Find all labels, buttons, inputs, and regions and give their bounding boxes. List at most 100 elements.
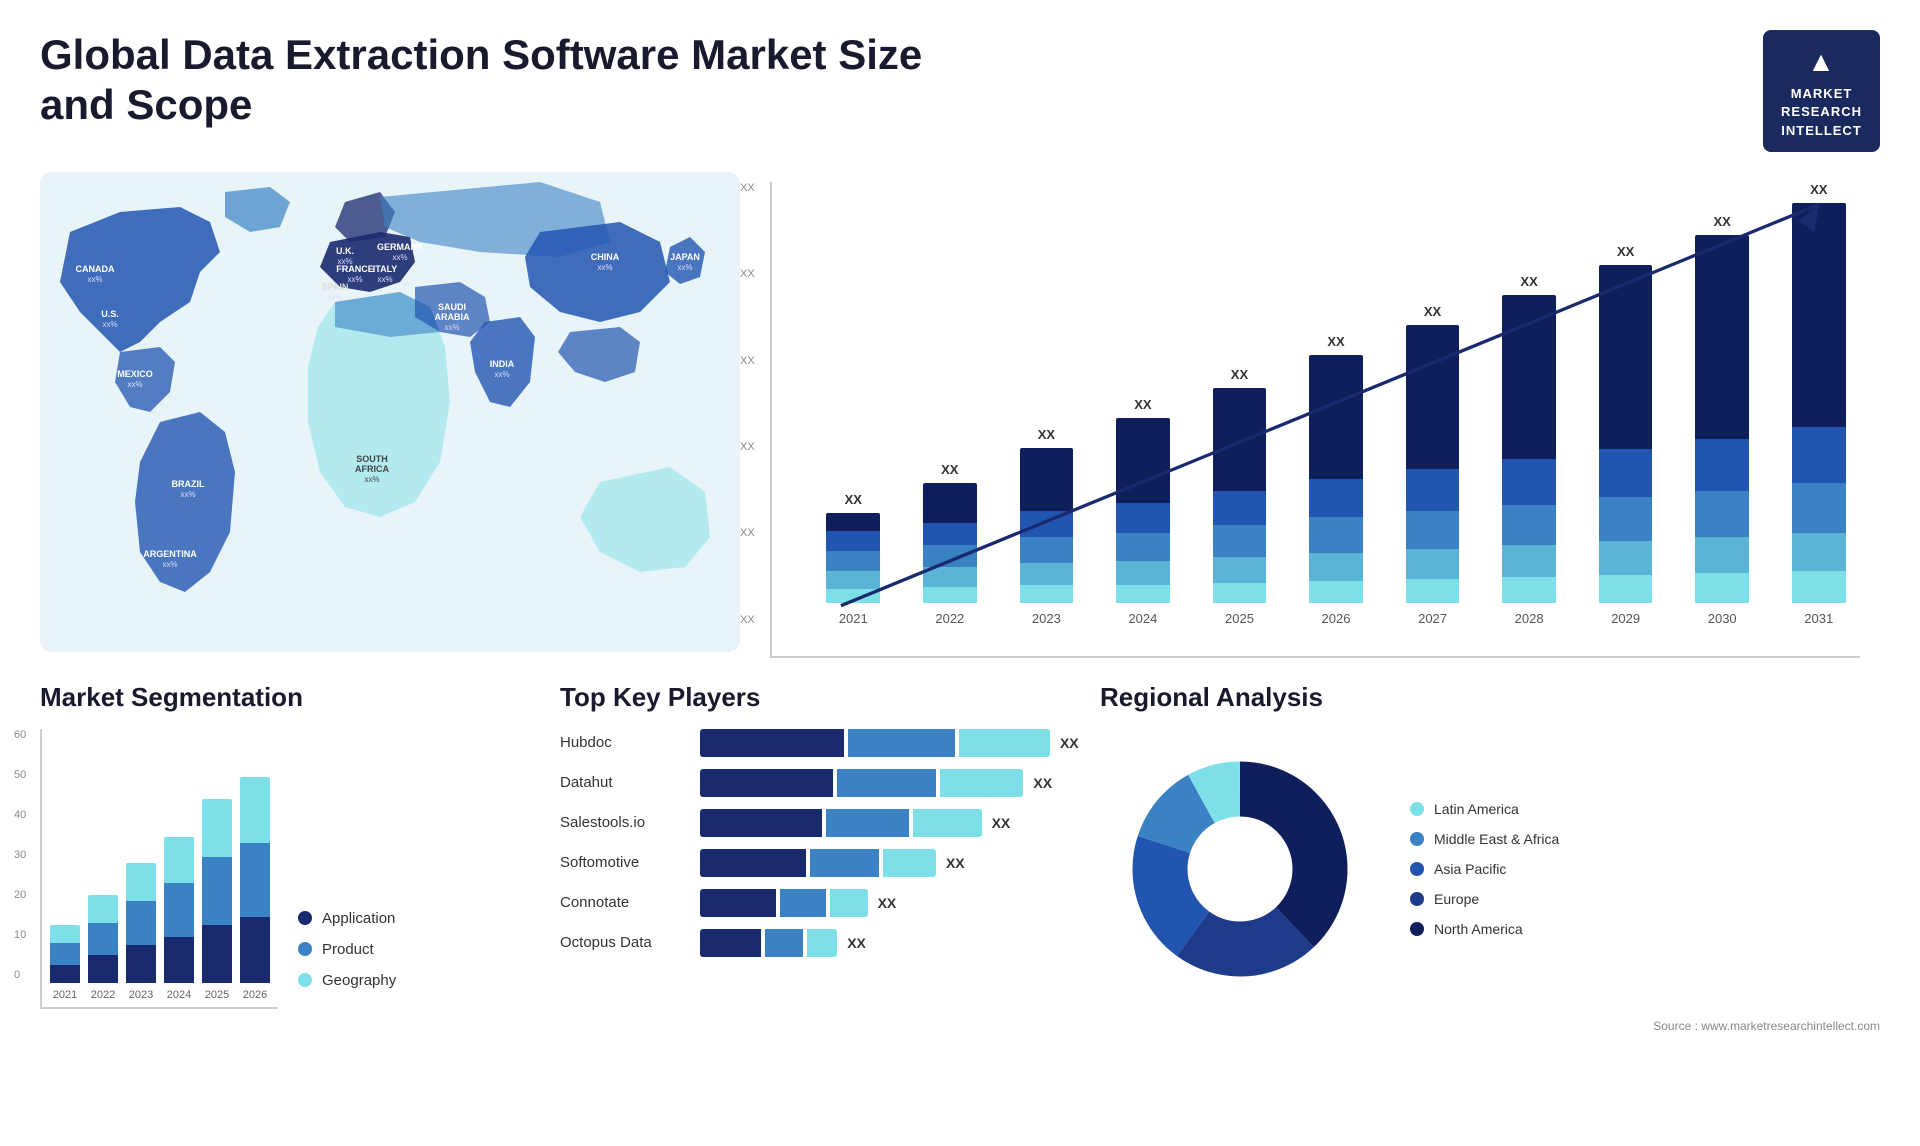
svg-text:xx%: xx% (87, 275, 102, 284)
legend-item-geography: Geography (298, 972, 396, 989)
regional-inner: Latin America Middle East & Africa Asia … (1100, 729, 1880, 1009)
bar-label: XX (1038, 427, 1055, 442)
top-row: CANADA xx% U.S. xx% MEXICO xx% BRAZIL xx… (40, 172, 1880, 652)
bar-group-2031: XX 2031 (1777, 182, 1860, 626)
svg-text:GERMANY: GERMANY (377, 242, 423, 252)
logo-box: ▲ MARKET RESEARCH INTELLECT (1763, 30, 1880, 152)
segmentation-section: Market Segmentation 6050403020100 (40, 682, 540, 1033)
svg-text:xx%: xx% (377, 275, 392, 284)
legend-label-application: Application (322, 910, 395, 927)
svg-text:xx%: xx% (364, 475, 379, 484)
donut-chart (1100, 729, 1380, 1009)
bar-group-2029: XX 2029 (1584, 244, 1667, 626)
seg-bar-2022: 2022 (88, 895, 118, 1001)
bar-label: XX (941, 462, 958, 477)
bottom-row: Market Segmentation 6050403020100 (40, 682, 1880, 1033)
legend-dot-north-america (1410, 922, 1424, 936)
page-header: Global Data Extraction Software Market S… (40, 30, 1880, 152)
player-xx: XX (847, 935, 866, 951)
svg-text:SPAIN: SPAIN (322, 282, 349, 292)
player-bar: XX (700, 889, 1080, 917)
svg-text:JAPAN: JAPAN (670, 252, 700, 262)
bar-year: 2024 (1128, 611, 1157, 626)
svg-text:INDIA: INDIA (490, 359, 515, 369)
svg-text:BRAZIL: BRAZIL (172, 479, 205, 489)
legend-dot-geography (298, 973, 312, 987)
svg-text:SOUTH: SOUTH (356, 454, 388, 464)
player-bar: XX (700, 809, 1080, 837)
legend-label-europe: Europe (1434, 891, 1479, 907)
bar-label: XX (845, 492, 862, 507)
svg-text:FRANCE: FRANCE (336, 264, 374, 274)
bar-label: XX (1617, 244, 1634, 259)
player-row-softomotive: Softomotive XX (560, 849, 1080, 877)
player-name: Datahut (560, 774, 690, 791)
bar-label: XX (1134, 397, 1151, 412)
svg-text:xx%: xx% (102, 320, 117, 329)
source-text: Source : www.marketresearchintellect.com (1100, 1019, 1880, 1033)
bar-group-2024: XX 2024 (1102, 397, 1185, 626)
legend-dot-latin-america (1410, 802, 1424, 816)
svg-text:xx%: xx% (327, 293, 342, 302)
bar-year: 2021 (839, 611, 868, 626)
legend-item-europe: Europe (1410, 891, 1559, 907)
player-row-datahut: Datahut XX (560, 769, 1080, 797)
svg-text:xx%: xx% (347, 275, 362, 284)
svg-text:xx%: xx% (180, 490, 195, 499)
bar-year: 2026 (1322, 611, 1351, 626)
player-xx: XX (1060, 735, 1079, 751)
svg-text:xx%: xx% (444, 323, 459, 332)
bar-year: 2023 (1032, 611, 1061, 626)
seg-bar-2023: 2023 (126, 863, 156, 1001)
bar-label: XX (1327, 334, 1344, 349)
bar-group-2027: XX 2027 (1391, 304, 1474, 626)
svg-text:xx%: xx% (392, 253, 407, 262)
player-bar: XX (700, 769, 1080, 797)
y-axis-labels: XX XX XX XX XX XX (740, 182, 755, 626)
seg-bar-2021: 2021 (50, 925, 80, 1001)
player-name: Connotate (560, 894, 690, 911)
player-row-connotate: Connotate XX (560, 889, 1080, 917)
svg-text:AFRICA: AFRICA (355, 464, 389, 474)
player-xx: XX (878, 895, 897, 911)
legend-label-middle-east: Middle East & Africa (1434, 831, 1559, 847)
player-xx: XX (1033, 775, 1052, 791)
player-xx: XX (946, 855, 965, 871)
bar-label: XX (1520, 274, 1537, 289)
legend-label-geography: Geography (322, 972, 396, 989)
legend-item-middle-east: Middle East & Africa (1410, 831, 1559, 847)
player-xx: XX (992, 815, 1011, 831)
growth-chart-section: XX XX XX XX XX XX XX (760, 172, 1880, 652)
legend-dot-product (298, 942, 312, 956)
bar-label: XX (1231, 367, 1248, 382)
seg-bar-2026: 2026 (240, 777, 270, 1001)
bar-group-2023: XX 2023 (1005, 427, 1088, 626)
player-bar: XX (700, 849, 1080, 877)
bar-year: 2031 (1804, 611, 1833, 626)
players-list: Hubdoc XX Datahut XX Salestools. (560, 729, 1080, 957)
bar-group-2030: XX 2030 (1681, 214, 1764, 626)
player-name: Octopus Data (560, 934, 690, 951)
segmentation-legend: Application Product Geography (298, 910, 396, 1009)
bar-label: XX (1714, 214, 1731, 229)
legend-label-product: Product (322, 941, 374, 958)
svg-text:ARGENTINA: ARGENTINA (143, 549, 197, 559)
legend-label-asia-pacific: Asia Pacific (1434, 861, 1506, 877)
bar-group-2026: XX 2026 (1295, 334, 1378, 626)
player-row-hubdoc: Hubdoc XX (560, 729, 1080, 757)
svg-text:U.S.: U.S. (101, 309, 119, 319)
segmentation-title: Market Segmentation (40, 682, 540, 713)
player-row-salestools: Salestools.io XX (560, 809, 1080, 837)
svg-text:xx%: xx% (677, 263, 692, 272)
legend-item-north-america: North America (1410, 921, 1559, 937)
legend-item-product: Product (298, 941, 396, 958)
svg-text:ITALY: ITALY (373, 264, 398, 274)
bar-group-2021: XX 2021 (812, 492, 895, 626)
player-name: Hubdoc (560, 734, 690, 751)
player-name: Salestools.io (560, 814, 690, 831)
legend-item-latin-america: Latin America (1410, 801, 1559, 817)
bar-year: 2028 (1515, 611, 1544, 626)
bar-group-2025: XX 2025 (1198, 367, 1281, 626)
bar-year: 2022 (935, 611, 964, 626)
bar-year: 2025 (1225, 611, 1254, 626)
